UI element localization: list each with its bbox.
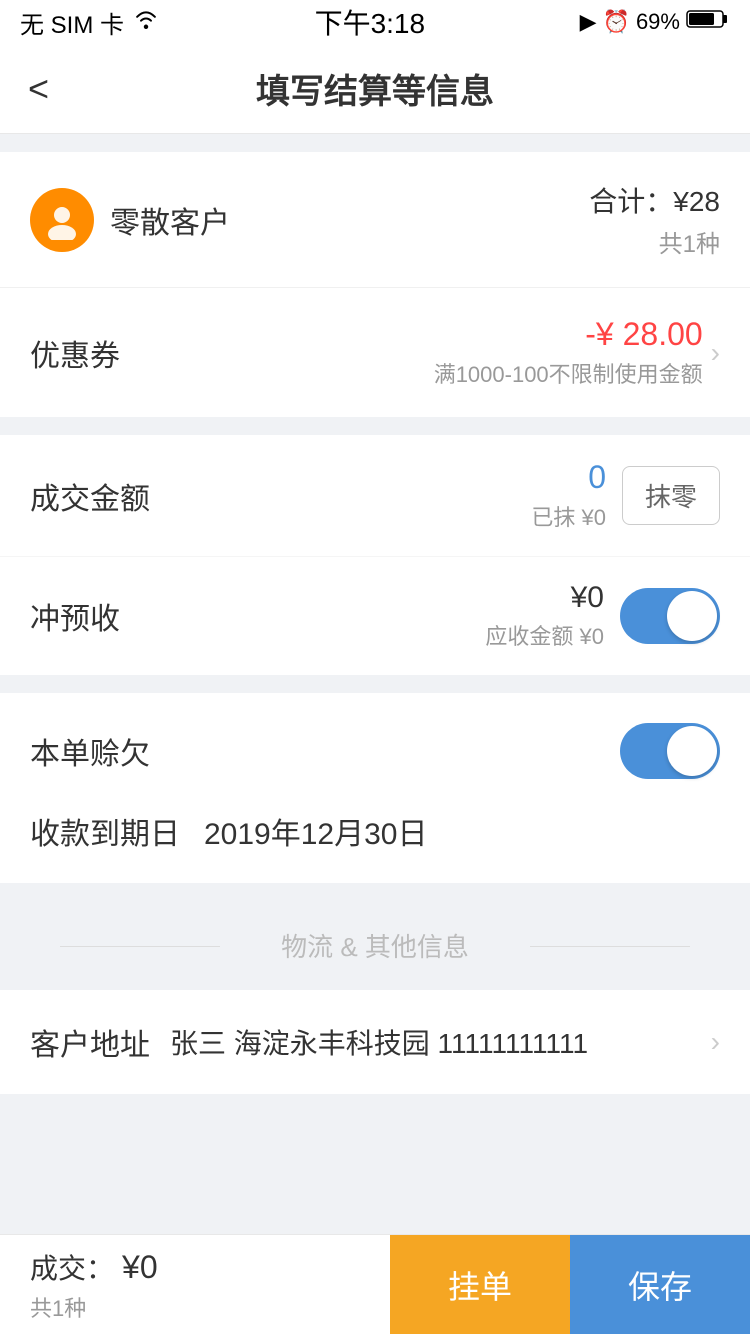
status-right: ▶ ⏰ 69% [580, 8, 730, 36]
save-button[interactable]: 保存 [570, 1235, 750, 1334]
logistics-header: 物流 & 其他信息 [0, 901, 750, 990]
prepay-amount: ¥0 [571, 581, 604, 615]
transaction-label: 成交金额 [30, 474, 150, 518]
transaction-sub: 已抹 ¥0 [531, 500, 606, 532]
coupon-amount: -¥ 28.00 [434, 316, 703, 353]
address-label: 客户地址 [30, 1020, 150, 1064]
toggle-knob [667, 591, 717, 641]
due-date-value[interactable]: 2019年12月30日 [204, 809, 427, 853]
battery-icon [686, 8, 730, 36]
coupon-desc: 满1000-100不限制使用金额 [434, 357, 703, 389]
wifi-icon [132, 8, 160, 36]
hold-button[interactable]: 挂单 [390, 1235, 570, 1334]
due-date-row: 收款到期日 2019年12月30日 [0, 809, 750, 883]
address-row[interactable]: 客户地址 张三 海淀永丰科技园 11111111111 › [0, 990, 750, 1094]
bottom-bar: 成交： ¥0 共1种 挂单 保存 [0, 1234, 750, 1334]
nav-bar: < 填写结算等信息 [0, 44, 750, 134]
coupon-info: -¥ 28.00 满1000-100不限制使用金额 [434, 316, 703, 389]
battery-text: 69% [636, 9, 680, 35]
prepay-toggle[interactable] [620, 588, 720, 644]
debt-toggle[interactable] [620, 723, 720, 779]
status-time: 下午3:18 [315, 2, 426, 42]
address-value: 张三 海淀永丰科技园 11111111111 [170, 1022, 711, 1062]
location-icon: ▶ [580, 9, 597, 35]
total-amount: 合计：¥28 [589, 180, 720, 220]
bottom-count: 共1种 [30, 1291, 360, 1323]
bottom-total-amount: ¥0 [122, 1249, 158, 1286]
coupon-right: -¥ 28.00 满1000-100不限制使用金额 › [434, 316, 720, 389]
alarm-icon: ⏰ [603, 9, 630, 35]
customer-section: 零散客户 合计：¥28 共1种 优惠券 -¥ 28.00 满1000-100不限… [0, 152, 750, 417]
debt-row: 本单赊欠 [0, 693, 750, 809]
back-button[interactable]: < [28, 68, 49, 110]
transaction-amount-wrap: 0 已抹 ¥0 [531, 459, 606, 532]
bottom-total-label: 成交： [30, 1247, 114, 1287]
debt-toggle-knob [667, 726, 717, 776]
status-left: 无 SIM 卡 [20, 5, 160, 40]
customer-name: 零散客户 [110, 198, 230, 242]
due-date-label: 收款到期日 [30, 809, 180, 853]
bottom-summary: 成交： ¥0 共1种 [0, 1247, 390, 1323]
coupon-label: 优惠券 [30, 331, 120, 375]
logistics-label: 物流 & 其他信息 [281, 932, 469, 962]
customer-right: 合计：¥28 共1种 [589, 180, 720, 259]
prepay-sub: 应收金额 ¥0 [485, 619, 604, 651]
avatar [30, 188, 94, 252]
content-area: 零散客户 合计：¥28 共1种 优惠券 -¥ 28.00 满1000-100不限… [0, 152, 750, 1212]
status-bar: 无 SIM 卡 下午3:18 ▶ ⏰ 69% [0, 0, 750, 44]
transaction-row: 成交金额 0 已抹 ¥0 抹零 [0, 435, 750, 557]
customer-left: 零散客户 [30, 188, 230, 252]
transaction-value[interactable]: 0 [546, 459, 606, 496]
debt-section: 本单赊欠 收款到期日 2019年12月30日 [0, 693, 750, 883]
prepay-amounts: ¥0 应收金额 ¥0 [485, 581, 604, 651]
customer-row: 零散客户 合计：¥28 共1种 [0, 152, 750, 287]
chevron-right-icon: › [711, 337, 720, 369]
transaction-section: 成交金额 0 已抹 ¥0 抹零 冲预收 ¥0 应收金额 ¥0 [0, 435, 750, 675]
round-button[interactable]: 抹零 [622, 466, 720, 525]
transaction-right: 0 已抹 ¥0 抹零 [531, 459, 720, 532]
nav-title: 填写结算等信息 [256, 64, 494, 113]
prepay-right: ¥0 应收金额 ¥0 [485, 581, 720, 651]
debt-label: 本单赊欠 [30, 729, 150, 773]
coupon-row[interactable]: 优惠券 -¥ 28.00 满1000-100不限制使用金额 › [0, 287, 750, 417]
carrier-text: 无 SIM 卡 [20, 5, 124, 40]
address-section: 客户地址 张三 海淀永丰科技园 11111111111 › [0, 990, 750, 1094]
prepay-row: 冲预收 ¥0 应收金额 ¥0 [0, 557, 750, 675]
prepay-label: 冲预收 [30, 594, 120, 638]
total-count: 共1种 [589, 224, 720, 259]
address-chevron-icon: › [711, 1026, 720, 1058]
